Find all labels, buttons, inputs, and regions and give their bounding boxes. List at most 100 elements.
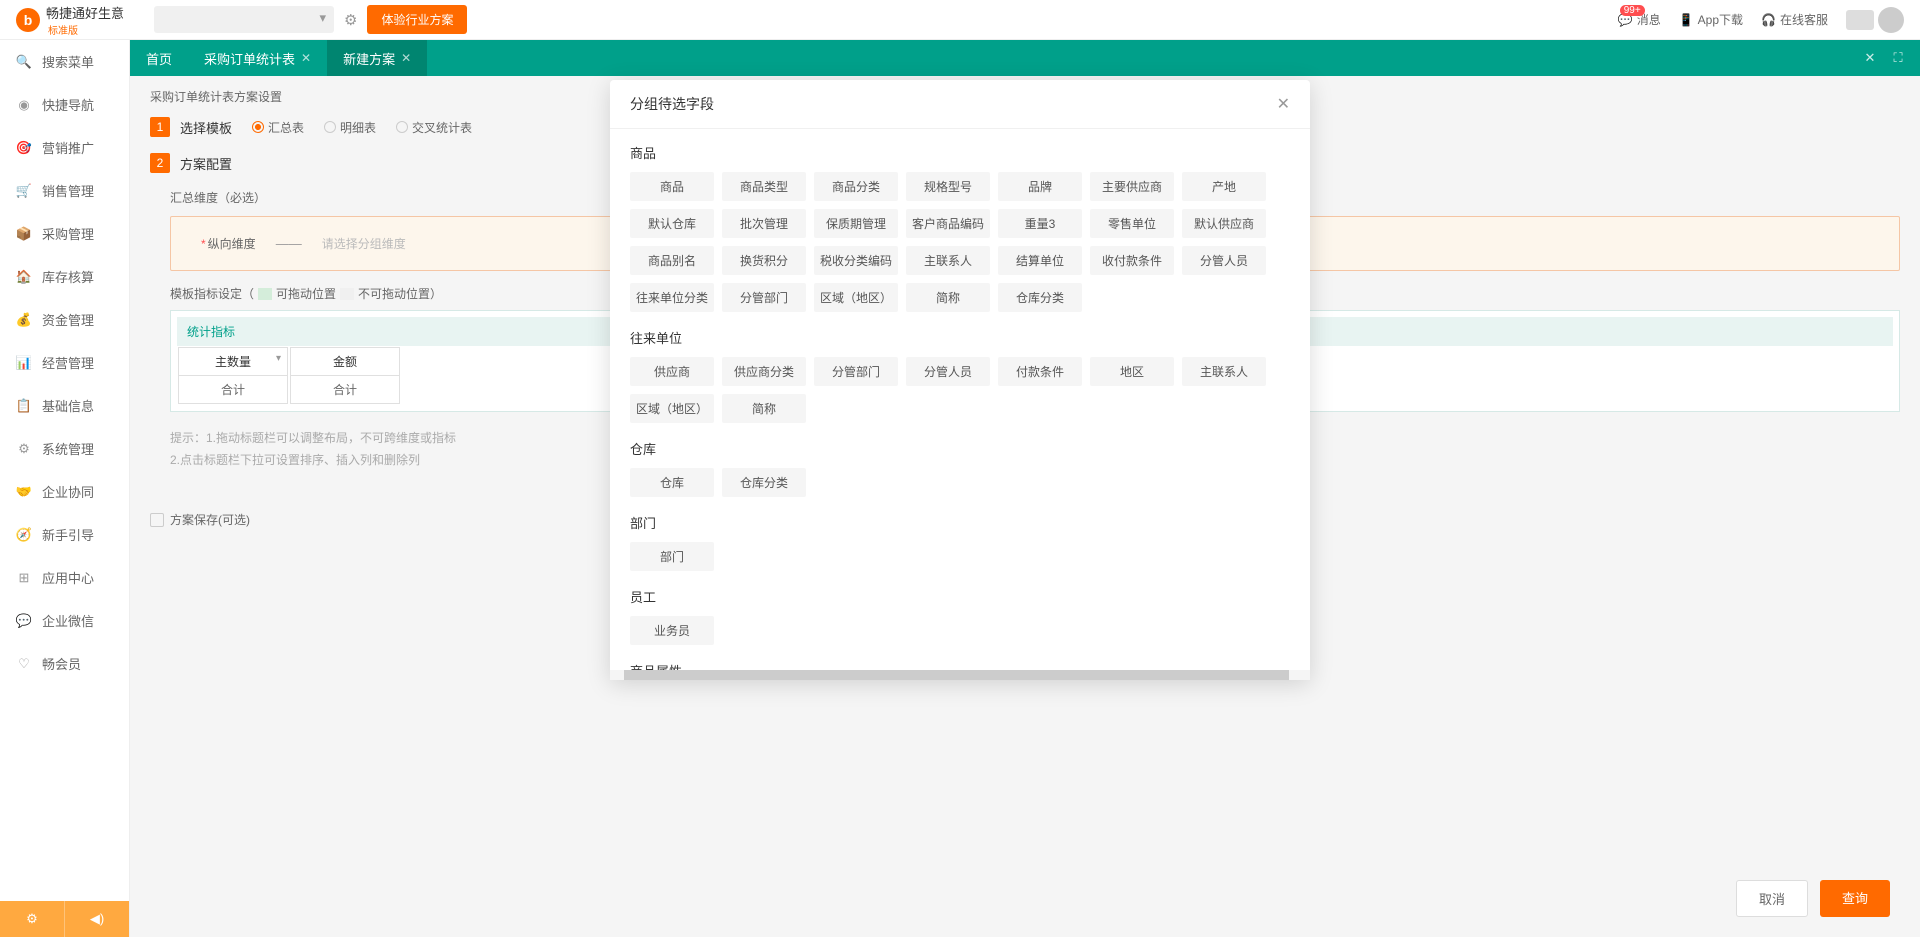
field-tag[interactable]: 默认仓库 xyxy=(630,209,714,238)
service-button[interactable]: 🎧 在线客服 xyxy=(1761,11,1828,28)
field-tag[interactable]: 商品类型 xyxy=(722,172,806,201)
radio-label: 汇总表 xyxy=(268,119,304,136)
fullscreen-icon[interactable]: ⛶ xyxy=(1888,48,1908,68)
sidebar-item[interactable]: ◉快捷导航 xyxy=(0,83,129,126)
field-tag[interactable]: 供应商 xyxy=(630,357,714,386)
radio-option[interactable]: 明细表 xyxy=(324,119,376,136)
company-selector[interactable] xyxy=(154,6,334,33)
field-tag[interactable]: 简称 xyxy=(906,283,990,312)
field-tag[interactable]: 重量3 xyxy=(998,209,1082,238)
field-tag[interactable]: 商品别名 xyxy=(630,246,714,275)
chevron-down-icon[interactable]: ▾ xyxy=(276,353,281,364)
collapse-button[interactable]: ◀) xyxy=(65,901,129,937)
sidebar-item[interactable]: 💬企业微信 xyxy=(0,599,129,642)
field-tag[interactable]: 付款条件 xyxy=(998,357,1082,386)
field-tag[interactable]: 客户商品编码 xyxy=(906,209,990,238)
cancel-button[interactable]: 取消 xyxy=(1736,880,1808,917)
sidebar-icon: 🔍 xyxy=(16,54,32,70)
logo: b 畅捷通好生意 标准版 xyxy=(16,3,124,37)
tab[interactable]: 首页 xyxy=(130,40,188,76)
field-tag[interactable]: 主要供应商 xyxy=(1090,172,1174,201)
sidebar-item[interactable]: ⊞应用中心 xyxy=(0,556,129,599)
field-group: 部门部门 xyxy=(630,513,1290,571)
sidebar-item[interactable]: 💰资金管理 xyxy=(0,298,129,341)
field-tag[interactable]: 仓库分类 xyxy=(722,468,806,497)
close-icon[interactable]: ✕ xyxy=(301,51,311,65)
sidebar: 🔍搜索菜单◉快捷导航🎯营销推广🛒销售管理📦采购管理🏠库存核算💰资金管理📊经营管理… xyxy=(0,40,130,937)
sidebar-label: 资金管理 xyxy=(42,310,94,329)
field-tag[interactable]: 结算单位 xyxy=(998,246,1082,275)
query-button[interactable]: 查询 xyxy=(1820,880,1890,917)
field-tag[interactable]: 分管人员 xyxy=(1182,246,1266,275)
field-tag[interactable]: 默认供应商 xyxy=(1182,209,1266,238)
sidebar-item[interactable]: 🤝企业协同 xyxy=(0,470,129,513)
field-tag[interactable]: 往来单位分类 xyxy=(630,283,714,312)
field-tag[interactable]: 产地 xyxy=(1182,172,1266,201)
sidebar-label: 企业协同 xyxy=(42,482,94,501)
sidebar-item[interactable]: 🔍搜索菜单 xyxy=(0,40,129,83)
save-checkbox[interactable] xyxy=(150,513,164,527)
field-tag[interactable]: 分管部门 xyxy=(722,283,806,312)
close-icon[interactable]: ✕ xyxy=(401,51,411,65)
field-tag[interactable]: 供应商分类 xyxy=(722,357,806,386)
trial-button[interactable]: 体验行业方案 xyxy=(367,5,467,34)
fixed-swatch xyxy=(340,288,354,300)
sidebar-item[interactable]: 🎯营销推广 xyxy=(0,126,129,169)
sidebar-icon: ◉ xyxy=(16,97,32,113)
field-tag[interactable]: 换货积分 xyxy=(722,246,806,275)
messages-button[interactable]: 💬 消息 99+ xyxy=(1618,11,1661,28)
tab[interactable]: 新建方案✕ xyxy=(327,40,427,76)
sidebar-item[interactable]: 🛒销售管理 xyxy=(0,169,129,212)
group-title: 商品属性 xyxy=(630,661,1290,670)
tab[interactable]: 采购订单统计表✕ xyxy=(188,40,327,76)
table-col-qty[interactable]: 主数量▾ 合计 xyxy=(178,347,288,404)
settings-button[interactable]: ⚙ xyxy=(0,901,65,937)
field-tag[interactable]: 商品分类 xyxy=(814,172,898,201)
movable-label: 可拖动位置 xyxy=(276,285,336,302)
sidebar-item[interactable]: 📊经营管理 xyxy=(0,341,129,384)
field-tag[interactable]: 仓库分类 xyxy=(998,283,1082,312)
field-tag[interactable]: 品牌 xyxy=(998,172,1082,201)
field-tag[interactable]: 部门 xyxy=(630,542,714,571)
field-tag[interactable]: 批次管理 xyxy=(722,209,806,238)
sidebar-item[interactable]: 🏠库存核算 xyxy=(0,255,129,298)
vertical-dim-label: 纵向维度 xyxy=(201,235,256,252)
field-tag[interactable]: 零售单位 xyxy=(1090,209,1174,238)
user-menu[interactable] xyxy=(1846,7,1904,33)
field-tag[interactable]: 主联系人 xyxy=(906,246,990,275)
sidebar-item[interactable]: ♡畅会员 xyxy=(0,642,129,685)
field-tag[interactable]: 分管人员 xyxy=(906,357,990,386)
field-tag[interactable]: 区域（地区） xyxy=(814,283,898,312)
radio-icon xyxy=(252,121,264,133)
sidebar-item[interactable]: 🧭新手引导 xyxy=(0,513,129,556)
sidebar-icon: 🏠 xyxy=(16,269,32,285)
field-tag[interactable]: 地区 xyxy=(1090,357,1174,386)
gear-icon[interactable]: ⚙ xyxy=(344,11,357,29)
field-tag[interactable]: 商品 xyxy=(630,172,714,201)
sidebar-item[interactable]: 📦采购管理 xyxy=(0,212,129,255)
field-tag[interactable]: 分管部门 xyxy=(814,357,898,386)
field-tag[interactable]: 规格型号 xyxy=(906,172,990,201)
app-download-button[interactable]: 📱 App下载 xyxy=(1679,11,1743,28)
radio-icon xyxy=(324,121,336,133)
field-tag[interactable]: 税收分类编码 xyxy=(814,246,898,275)
field-tag[interactable]: 收付款条件 xyxy=(1090,246,1174,275)
field-tag[interactable]: 保质期管理 xyxy=(814,209,898,238)
field-tag[interactable]: 简称 xyxy=(722,394,806,423)
table-col-amount[interactable]: 金额 合计 xyxy=(290,347,400,404)
horizontal-scrollbar[interactable] xyxy=(610,670,1310,680)
radio-option[interactable]: 汇总表 xyxy=(252,119,304,136)
close-icon[interactable]: ✕ xyxy=(1277,94,1290,114)
close-all-icon[interactable]: ✕ xyxy=(1860,48,1880,68)
field-tag[interactable]: 主联系人 xyxy=(1182,357,1266,386)
radio-option[interactable]: 交叉统计表 xyxy=(396,119,472,136)
field-tag[interactable]: 区域（地区） xyxy=(630,394,714,423)
field-tag[interactable]: 业务员 xyxy=(630,616,714,645)
dimension-selector[interactable]: 请选择分组维度 xyxy=(322,235,406,252)
sidebar-item[interactable]: 📋基础信息 xyxy=(0,384,129,427)
field-tag[interactable]: 仓库 xyxy=(630,468,714,497)
sidebar-label: 采购管理 xyxy=(42,224,94,243)
sidebar-item[interactable]: ⚙系统管理 xyxy=(0,427,129,470)
step-label: 方案配置 xyxy=(180,154,232,173)
field-group: 员工业务员 xyxy=(630,587,1290,645)
